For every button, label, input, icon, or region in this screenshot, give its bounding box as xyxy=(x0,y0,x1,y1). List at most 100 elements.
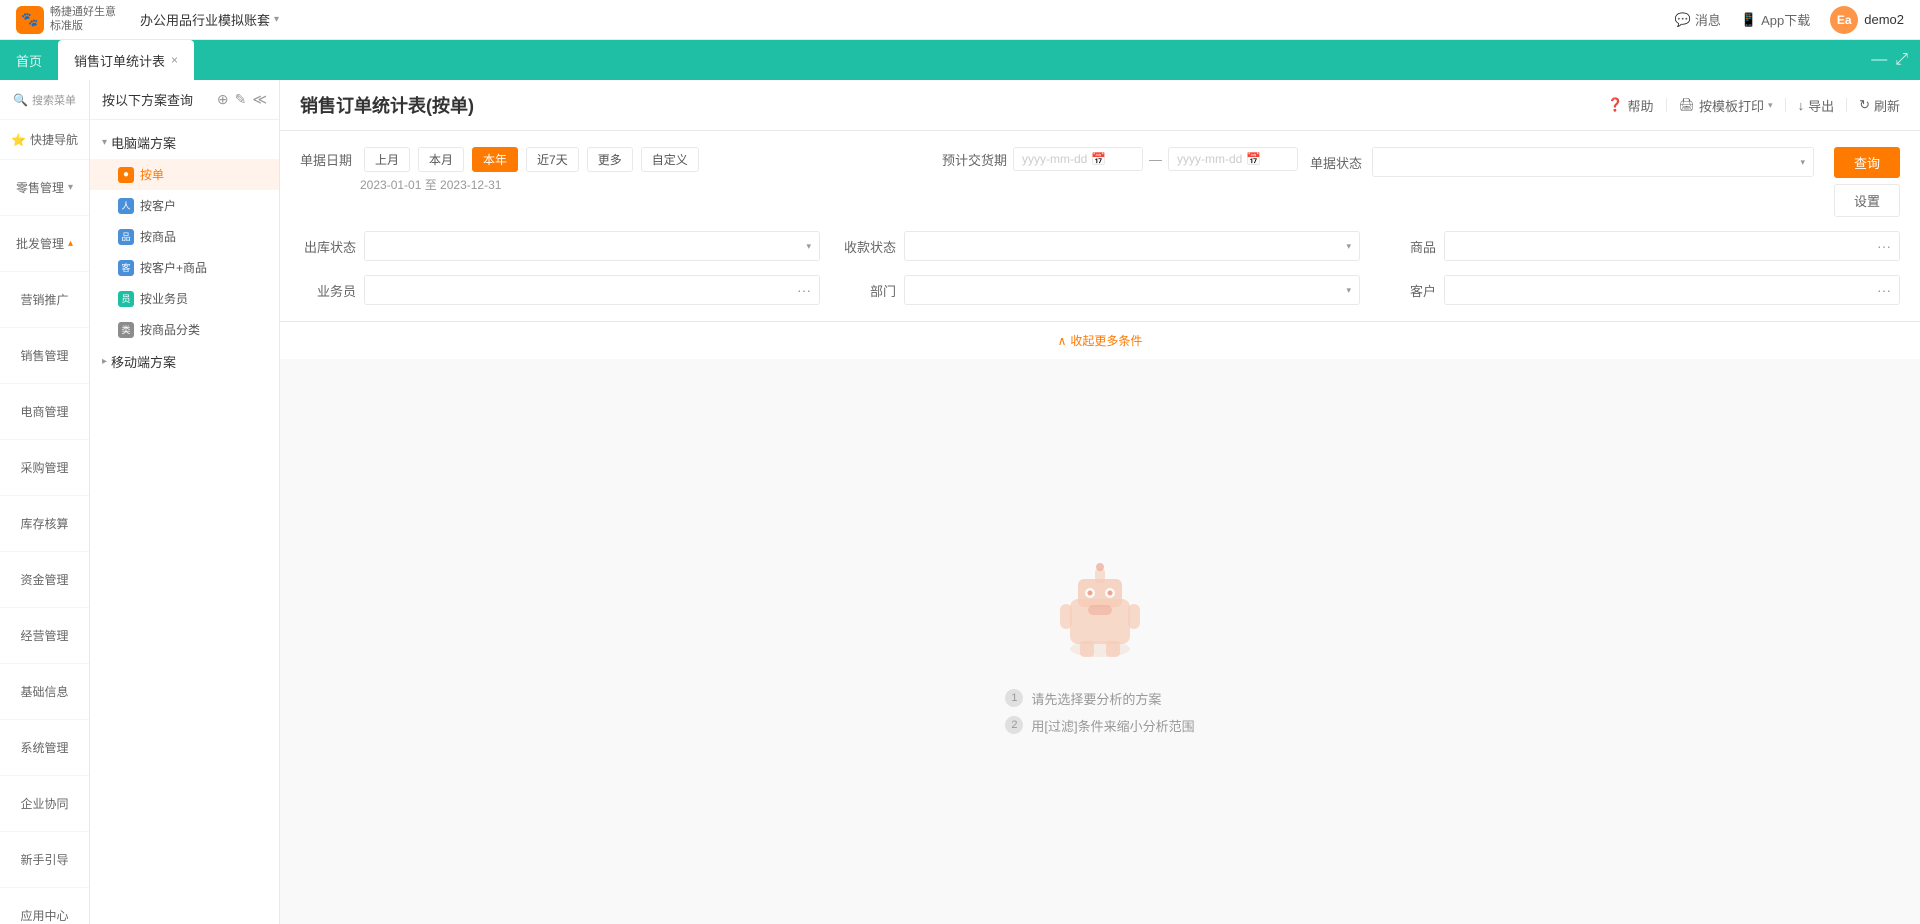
collapse-up-icon: ∧ xyxy=(1058,334,1067,348)
goods-input[interactable]: ··· xyxy=(1444,231,1900,261)
tree-child-by-goods[interactable]: 品 按商品 xyxy=(90,221,279,252)
refresh-button[interactable]: ↻ 刷新 xyxy=(1859,96,1900,115)
tab-home[interactable]: 首页 xyxy=(0,40,58,80)
query-buttons: 查询 设置 xyxy=(1834,147,1900,217)
print-template-button[interactable]: 🖨 按模板打印 ▾ xyxy=(1679,96,1773,115)
collapse-panel-icon[interactable]: ≪ xyxy=(252,91,267,108)
sidebar-item-inventory[interactable]: 库存核算 xyxy=(0,496,89,552)
sidebar-item-operation[interactable]: 经营管理 xyxy=(0,608,89,664)
ship-status-label: 出库状态 xyxy=(300,237,356,256)
bill-status-select[interactable]: ▾ xyxy=(1372,147,1814,177)
calendar-start-icon: 📅 xyxy=(1091,152,1106,166)
sidebar-item-ecommerce[interactable]: 电商管理 xyxy=(0,384,89,440)
sidebar-item-basic[interactable]: 基础信息 xyxy=(0,664,89,720)
salesman-input[interactable]: ··· xyxy=(364,275,820,305)
left-panel-title: 按以下方案查询 xyxy=(102,90,193,109)
sidebar-quicknav[interactable]: ⭐ 快捷导航 xyxy=(0,120,89,160)
app-download-button[interactable]: 📱 App下载 xyxy=(1741,10,1810,29)
sidebar-item-retail[interactable]: 零售管理 ▾ xyxy=(0,160,89,216)
tree-child-by-customer[interactable]: 人 按客户 xyxy=(90,190,279,221)
goods-label: 商品 xyxy=(1380,237,1436,256)
btn-this-year[interactable]: 本年 xyxy=(472,147,518,172)
dept-select[interactable]: ▾ xyxy=(904,275,1360,305)
btn-this-month[interactable]: 本月 xyxy=(418,147,464,172)
date-range-display: 2023-01-01 至 2023-12-31 xyxy=(360,176,930,193)
maximize-icon[interactable]: ⤢ xyxy=(1895,51,1908,69)
panel-header-icons: ⊕ ✎ ≪ xyxy=(217,91,267,108)
user-menu[interactable]: Ea demo2 xyxy=(1830,6,1904,34)
sidebar-search[interactable]: 🔍 搜索菜单 xyxy=(0,80,89,120)
minimize-icon[interactable]: — xyxy=(1871,51,1887,69)
query-button[interactable]: 查询 xyxy=(1834,147,1900,178)
sidebar-item-newbie[interactable]: 新手引导 xyxy=(0,832,89,888)
tree-expand-icon: ▾ xyxy=(102,137,107,148)
retail-label: 零售管理 xyxy=(16,179,64,196)
tree-child-by-order[interactable]: ● 按单 xyxy=(90,159,279,190)
filter-section: 单据日期 上月 本月 本年 近7天 更多 自定义 2023-01-01 至 20… xyxy=(280,131,1920,322)
bill-status-arrow-icon: ▾ xyxy=(1800,157,1805,168)
sidebar-item-marketing[interactable]: 营销推广 xyxy=(0,272,89,328)
collect-status-select[interactable]: ▾ xyxy=(904,231,1360,261)
bill-status-filter: 单据状态 ▾ xyxy=(1310,147,1814,177)
expected-date-end[interactable]: yyyy-mm-dd 📅 xyxy=(1168,147,1298,171)
salesman-cell: 业务员 ··· xyxy=(300,275,820,305)
expected-date-filter: 预计交货期 yyyy-mm-dd 📅 — yyyy-mm-dd 📅 xyxy=(942,147,1298,171)
scheme-tree: ▾ 电脑端方案 ● 按单 人 按客户 品 按商品 客 按客户+商品 员 按业务员 xyxy=(90,120,279,384)
filter-row-3: 业务员 ··· 部门 ▾ 客户 xyxy=(300,275,1900,305)
filter-row-2: 出库状态 ▾ 收款状态 ▾ 商品 xyxy=(300,231,1900,261)
collapse-label: 收起更多条件 xyxy=(1070,332,1142,349)
date-separator: — xyxy=(1149,152,1162,167)
btn-custom[interactable]: 自定义 xyxy=(641,147,699,172)
sidebar-item-sales[interactable]: 销售管理 xyxy=(0,328,89,384)
message-button[interactable]: 💬 消息 xyxy=(1675,10,1721,29)
help-button[interactable]: ❓ 帮助 xyxy=(1607,96,1653,115)
customer-dots-icon: ··· xyxy=(1877,282,1891,298)
hint-1: 1 请先选择要分析的方案 xyxy=(1005,689,1194,708)
empty-state: 1 请先选择要分析的方案 2 用[过滤]条件来缩小分析范围 xyxy=(280,359,1920,924)
customer-input[interactable]: ··· xyxy=(1444,275,1900,305)
edit-scheme-icon[interactable]: ✎ xyxy=(235,91,247,108)
tree-child-by-salesman[interactable]: 员 按业务员 xyxy=(90,283,279,314)
sidebar-item-finance[interactable]: 资金管理 xyxy=(0,552,89,608)
print-icon: 🖨 xyxy=(1679,97,1696,113)
btn-more[interactable]: 更多 xyxy=(587,147,633,172)
btn-last-7-days[interactable]: 近7天 xyxy=(526,147,579,172)
top-bar-right: 💬 消息 📱 App下载 Ea demo2 xyxy=(1675,6,1904,34)
wholesale-label: 批发管理 xyxy=(16,235,64,252)
sidebar-item-system[interactable]: 系统管理 xyxy=(0,720,89,776)
retail-arrow-icon: ▾ xyxy=(68,182,73,193)
expected-date-start[interactable]: yyyy-mm-dd 📅 xyxy=(1013,147,1143,171)
settings-button[interactable]: 设置 xyxy=(1834,184,1900,217)
tree-parent-pc[interactable]: ▾ 电脑端方案 xyxy=(90,126,279,159)
sidebar-item-appstore[interactable]: 应用中心 xyxy=(0,888,89,924)
sidebar-item-enterprise[interactable]: 企业协同 xyxy=(0,776,89,832)
expected-date-label: 预计交货期 xyxy=(942,150,1007,169)
top-bar: 🐾 畅捷通好生意 标准版 办公用品行业模拟账套 ▾ 💬 消息 📱 App下载 E… xyxy=(0,0,1920,40)
scheme-icon-cust-goods: 客 xyxy=(118,260,134,276)
tree-parent-mobile[interactable]: ▸ 移动端方案 xyxy=(90,345,279,378)
collapse-bar[interactable]: ∧ 收起更多条件 xyxy=(280,322,1920,359)
add-scheme-icon[interactable]: ⊕ xyxy=(217,91,229,108)
export-button[interactable]: ↓ 导出 xyxy=(1798,96,1835,115)
ship-status-select[interactable]: ▾ xyxy=(364,231,820,261)
scheme-icon-salesman: 员 xyxy=(118,291,134,307)
tab-close-icon[interactable]: × xyxy=(171,53,178,67)
sidebar-item-wholesale[interactable]: 批发管理 ▴ xyxy=(0,216,89,272)
hint-number-2: 2 xyxy=(1005,716,1023,734)
empty-illustration xyxy=(1040,549,1160,669)
print-dropdown-icon: ▾ xyxy=(1768,100,1773,111)
divider1 xyxy=(1666,98,1667,112)
tree-child-by-customer-goods[interactable]: 客 按客户+商品 xyxy=(90,252,279,283)
btn-last-month[interactable]: 上月 xyxy=(364,147,410,172)
tree-child-by-category[interactable]: 类 按商品分类 xyxy=(90,314,279,345)
sidebar-item-purchase[interactable]: 采购管理 xyxy=(0,440,89,496)
date-label: 单据日期 xyxy=(300,150,356,169)
date-filter-area: 单据日期 上月 本月 本年 近7天 更多 自定义 2023-01-01 至 20… xyxy=(300,147,930,193)
bill-status-select-wrapper: ▾ xyxy=(1372,147,1814,177)
workspace-selector[interactable]: 办公用品行业模拟账套 ▾ xyxy=(140,10,279,29)
tab-sales-order[interactable]: 销售订单统计表 × xyxy=(58,40,194,80)
download-icon: 📱 xyxy=(1741,12,1757,28)
tab-bar-right: — ⤢ xyxy=(1871,51,1920,69)
main-layout: 🔍 搜索菜单 ⭐ 快捷导航 零售管理 ▾ 批发管理 ▴ 营销推广 销售管理 电商… xyxy=(0,80,1920,924)
help-icon: ❓ xyxy=(1607,97,1623,113)
